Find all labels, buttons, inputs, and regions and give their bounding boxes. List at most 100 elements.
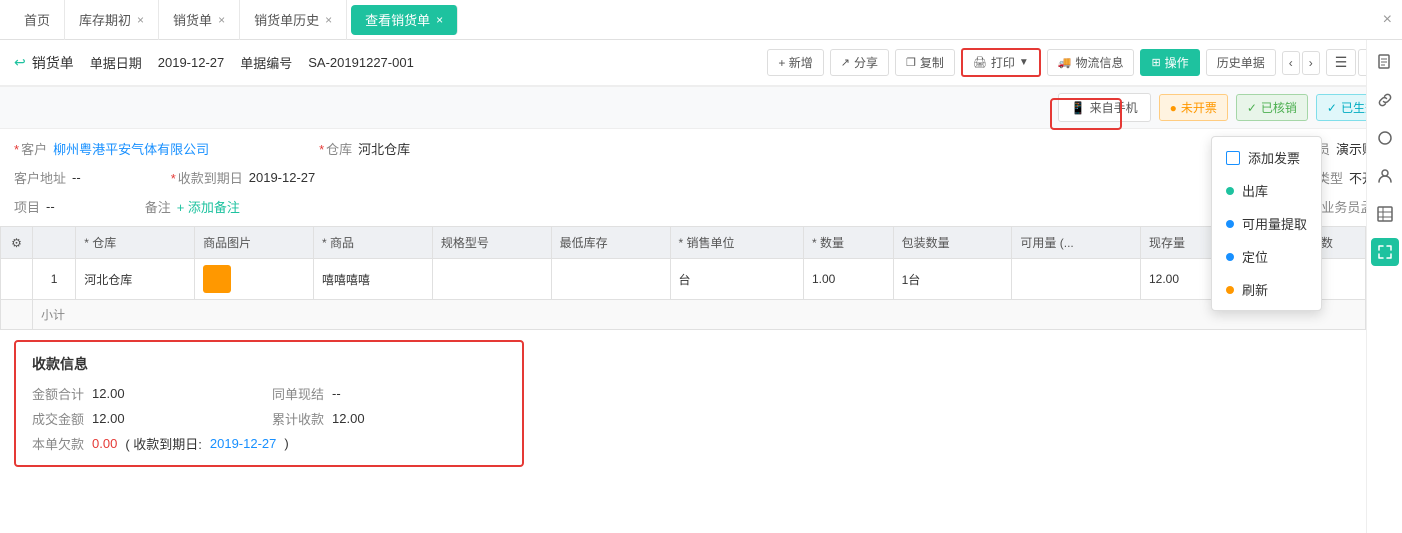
action-bar: 📱 来自手机 ● 未开票 ✓ 已核销 ✓ 已生效 (0, 86, 1402, 129)
col-spec: 规格型号 (432, 227, 551, 259)
sidebar-person-icon[interactable] (1371, 162, 1399, 190)
subtotal-row: 小计 (1, 300, 1366, 330)
number-value: SA-20191227-001 (308, 55, 414, 70)
row-quantity-cell: 1.00 (803, 259, 893, 300)
owed-date: 2019-12-27 (210, 436, 277, 451)
col-product-img: 商品图片 (195, 227, 314, 259)
col-available: 可用量 (... (1012, 227, 1141, 259)
not-open-badge[interactable]: ● 未开票 (1159, 94, 1228, 121)
customer-field: 客户 柳州粤港平安气体有限公司 (14, 139, 209, 158)
next-button[interactable]: › (1302, 51, 1320, 75)
not-open-icon: ● (1170, 101, 1177, 115)
right-sidebar (1366, 40, 1402, 533)
doc-header: ↩ 销货单 单据日期 2019-12-27 单据编号 SA-20191227-0… (0, 40, 1402, 86)
close-all-tabs-button[interactable]: × (1383, 11, 1392, 29)
confirm-btn[interactable]: ✓ 已核销 (1236, 94, 1308, 121)
remark-label: 备注 (145, 197, 171, 216)
sidebar-circle-icon[interactable] (1371, 124, 1399, 152)
amount-item: 金额合计 12.00 (32, 384, 266, 403)
row-product-img-cell (195, 259, 314, 300)
tab-home[interactable]: 首页 (10, 0, 65, 40)
confirm-icon: ✓ (1247, 101, 1257, 115)
list-view-button[interactable]: ☰ (1326, 49, 1357, 76)
dropdown-available-qty[interactable]: 可用量提取 (1212, 207, 1321, 240)
deal-amount-label: 成交金额 (32, 409, 84, 428)
doc-title: ↩ 销货单 (14, 53, 74, 73)
sidebar-link-icon[interactable] (1371, 86, 1399, 114)
remark-field: 备注 + 添加备注 (145, 197, 240, 216)
tab-close-sales-history[interactable]: × (325, 13, 332, 27)
logistics-button[interactable]: 🚚 物流信息 (1047, 49, 1135, 76)
owed-label: 本单欠款 (32, 434, 84, 453)
dropdown-refresh[interactable]: 刷新 (1212, 273, 1321, 306)
actions-button[interactable]: ⊞ 操作 (1140, 49, 1199, 76)
dropdown-add-invoice[interactable]: 添加发票 (1212, 141, 1321, 174)
owed-item: 本单欠款 0.00 ( 收款到期日: 2019-12-27 ) (32, 434, 506, 453)
share-button[interactable]: ↗ 分享 (830, 49, 889, 76)
location-dot (1226, 253, 1234, 261)
new-button[interactable]: + 新增 (767, 49, 823, 76)
due-date-value: 2019-12-27 (249, 170, 316, 185)
row-warehouse-cell: 河北仓库 (76, 259, 195, 300)
form-row-1: 客户 柳州粤港平安气体有限公司 仓库 河北仓库 业务员 演示账号 (14, 139, 1388, 158)
history-button[interactable]: 历史单据 (1206, 49, 1276, 76)
doc-meta: 单据日期 2019-12-27 单据编号 SA-20191227-001 (90, 53, 414, 72)
summary-grid: 金额合计 12.00 同单现结 -- 成交金额 12.00 累计收款 12.00… (32, 384, 506, 453)
doc-type-label: 销货单 (32, 53, 74, 73)
tab-bar: 首页 库存期初 × 销货单 × 销货单历史 × 查看销货单 × × (0, 0, 1402, 40)
address-label: 客户地址 (14, 168, 66, 187)
amount-label: 金额合计 (32, 384, 84, 403)
due-date-label: 收款到期日 (171, 168, 243, 187)
product-image (203, 265, 231, 293)
prev-button[interactable]: ‹ (1282, 51, 1300, 75)
owed-value: 0.00 (92, 436, 117, 451)
project-field: 项目 -- (14, 197, 55, 216)
tab-sales-history[interactable]: 销货单历史 × (240, 0, 347, 40)
summary-box: 收款信息 金额合计 12.00 同单现结 -- 成交金额 12.00 累计收款 … (14, 340, 524, 467)
tab-close-inventory-init[interactable]: × (137, 13, 144, 27)
copy-button[interactable]: ❐ 复制 (895, 49, 955, 76)
col-min-stock: 最低库存 (551, 227, 670, 259)
col-pack-qty: 包装数量 (893, 227, 1012, 259)
actions-icon: ⊞ (1151, 56, 1160, 69)
tab-close-sales-order[interactable]: × (218, 13, 225, 27)
sidebar-document-icon[interactable] (1371, 48, 1399, 76)
due-date-field: 收款到期日 2019-12-27 (171, 168, 316, 187)
tab-sales-order[interactable]: 销货单 × (159, 0, 240, 40)
form-row-3: 项目 -- 备注 + 添加备注 业务员孟 -- (14, 197, 1388, 216)
row-product-cell: 嘻嘻嘻嘻 (313, 259, 432, 300)
from-phone-button[interactable]: 📱 来自手机 (1058, 93, 1151, 122)
col-product: * 商品 (313, 227, 432, 259)
sidebar-table-icon[interactable] (1371, 200, 1399, 228)
row-available-cell (1012, 259, 1141, 300)
deal-amount-item: 成交金额 12.00 (32, 409, 266, 428)
project-value: -- (46, 199, 55, 214)
date-label: 单据日期 (90, 53, 142, 72)
print-icon: 🖨 (973, 56, 987, 69)
add-remark-button[interactable]: + 添加备注 (177, 197, 240, 216)
dropdown-location[interactable]: 定位 (1212, 240, 1321, 273)
out-stock-dot (1226, 187, 1234, 195)
add-invoice-icon (1226, 151, 1240, 165)
tab-close-view-sales[interactable]: × (436, 13, 443, 27)
tab-view-sales[interactable]: 查看销货单 × (351, 5, 458, 35)
tab-inventory-init[interactable]: 库存期初 × (65, 0, 159, 40)
customer-value[interactable]: 柳州粤港平安气体有限公司 (53, 139, 209, 158)
address-value: -- (72, 170, 81, 185)
col-settings: ⚙ (1, 227, 33, 259)
cumulative-value: 12.00 (332, 411, 365, 426)
amount-value: 12.00 (92, 386, 125, 401)
operations-dropdown: 添加发票 出库 可用量提取 定位 刷新 (1211, 136, 1322, 311)
items-table: ⚙ * 仓库 商品图片 * 商品 规格型号 最低库存 * 销售单位 * 数量 包… (0, 226, 1366, 330)
form-row-2: 客户地址 -- 收款到期日 2019-12-27 票据类型 不开票 (14, 168, 1388, 187)
row-sales-unit-cell: 台 (670, 259, 803, 300)
row-pack-qty-cell: 1台 (893, 259, 1012, 300)
row-spec-cell (432, 259, 551, 300)
warehouse-label: 仓库 (319, 139, 352, 158)
phone-icon: 📱 (1071, 101, 1086, 115)
sidebar-expand-icon[interactable] (1371, 238, 1399, 266)
subtotal-settings-cell (1, 300, 33, 330)
print-button[interactable]: 🖨 打印 ▼ (961, 48, 1041, 77)
owed-note-end: ) (284, 436, 288, 451)
dropdown-out-stock[interactable]: 出库 (1212, 174, 1321, 207)
